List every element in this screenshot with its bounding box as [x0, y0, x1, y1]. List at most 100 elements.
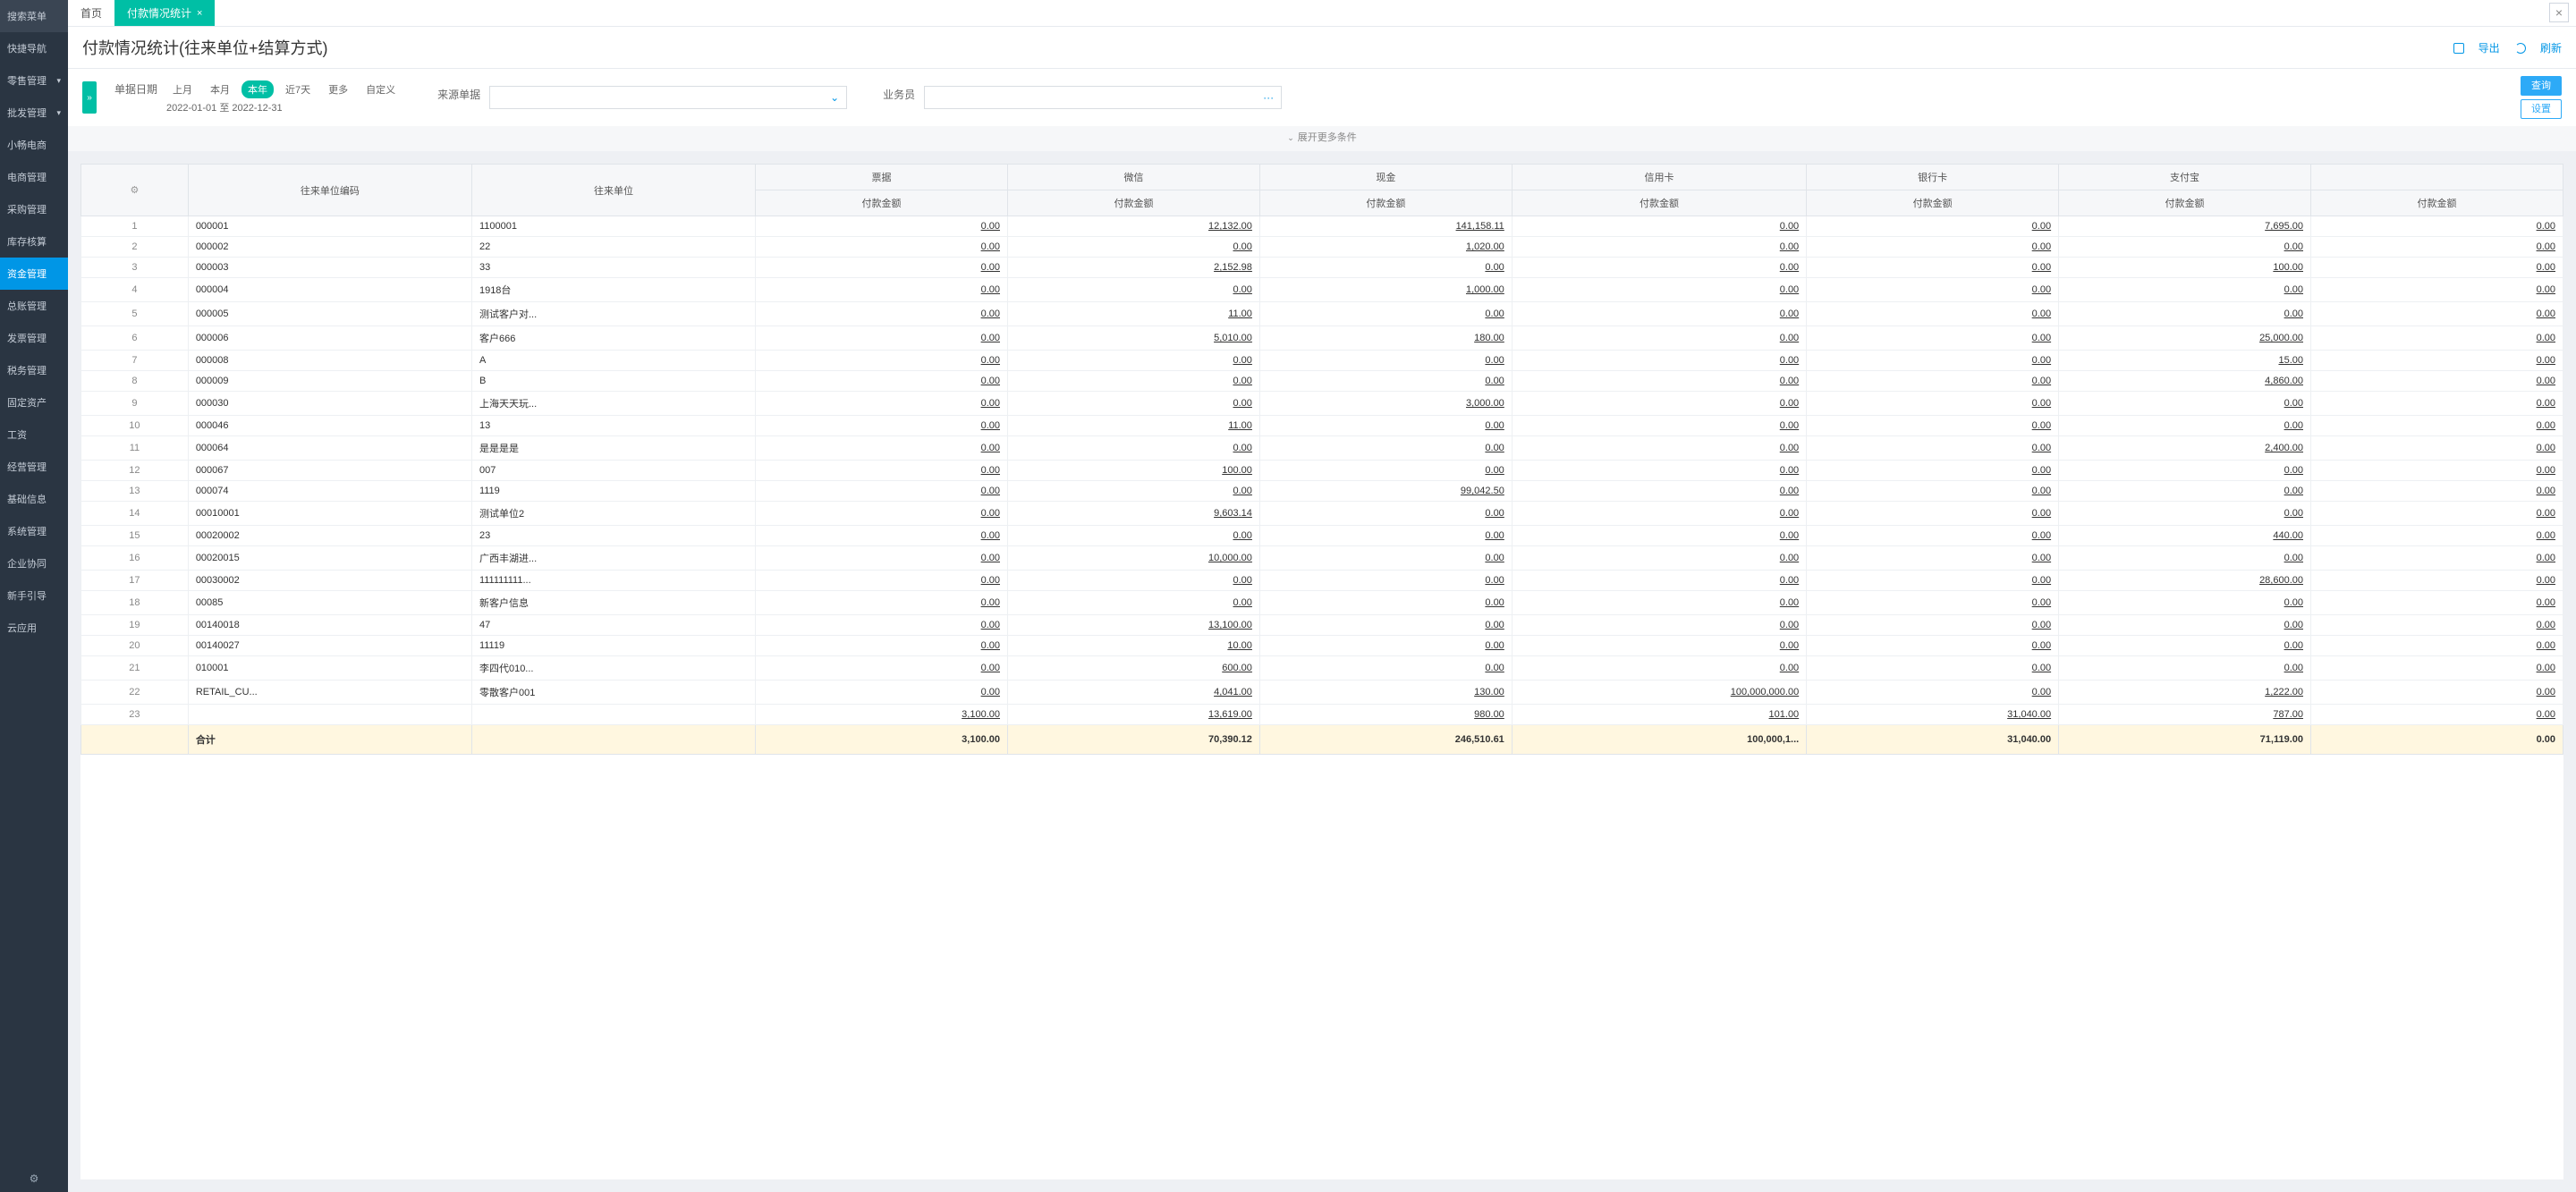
amount-link[interactable]: 0.00 [1485, 575, 1504, 586]
amount-link[interactable]: 0.00 [1233, 355, 1251, 366]
amount-link[interactable]: 0.00 [1780, 241, 1799, 252]
amount-link[interactable]: 28,600.00 [2259, 575, 2303, 586]
sidebar-item-12[interactable]: 固定资产 [0, 386, 68, 418]
amount-link[interactable]: 13,100.00 [1208, 620, 1252, 630]
amount-link[interactable]: 0.00 [1485, 620, 1504, 630]
amount-link[interactable]: 0.00 [2537, 575, 2555, 586]
table-row[interactable]: 22RETAIL_CU...零散客户0010.004,041.00130.001… [81, 681, 2563, 705]
amount-link[interactable]: 0.00 [981, 508, 1000, 519]
amount-link[interactable]: 4,041.00 [1214, 687, 1252, 697]
amount-link[interactable]: 0.00 [1233, 486, 1251, 496]
amount-link[interactable]: 600.00 [1222, 663, 1252, 673]
settings-gear[interactable]: ⚙ [0, 1165, 68, 1192]
amount-link[interactable]: 0.00 [1485, 508, 1504, 519]
amount-link[interactable]: 0.00 [981, 221, 1000, 232]
amount-link[interactable]: 0.00 [1233, 376, 1251, 386]
sidebar-item-18[interactable]: 新手引导 [0, 579, 68, 612]
amount-link[interactable]: 0.00 [981, 355, 1000, 366]
amount-link[interactable]: 0.00 [1780, 508, 1799, 519]
amount-link[interactable]: 0.00 [1780, 553, 1799, 563]
amount-link[interactable]: 0.00 [1780, 355, 1799, 366]
amount-link[interactable]: 0.00 [2537, 640, 2555, 651]
amount-link[interactable]: 0.00 [981, 241, 1000, 252]
amount-link[interactable]: 0.00 [2032, 333, 2051, 343]
amount-link[interactable]: 0.00 [1780, 486, 1799, 496]
amount-link[interactable]: 0.00 [2032, 530, 2051, 541]
amount-link[interactable]: 0.00 [2032, 309, 2051, 319]
amount-link[interactable]: 0.00 [2032, 687, 2051, 697]
amount-link[interactable]: 0.00 [981, 465, 1000, 476]
amount-link[interactable]: 0.00 [1780, 262, 1799, 273]
amount-link[interactable]: 2,152.98 [1214, 262, 1252, 273]
amount-link[interactable]: 0.00 [981, 530, 1000, 541]
amount-link[interactable]: 0.00 [2537, 663, 2555, 673]
amount-link[interactable]: 0.00 [2537, 309, 2555, 319]
amount-link[interactable]: 0.00 [1780, 640, 1799, 651]
sidebar-item-16[interactable]: 系统管理 [0, 515, 68, 547]
sidebar-item-13[interactable]: 工资 [0, 418, 68, 451]
amount-link[interactable]: 15.00 [2278, 355, 2303, 366]
sidebar-item-5[interactable]: 电商管理 [0, 161, 68, 193]
amount-link[interactable]: 0.00 [981, 553, 1000, 563]
date-range-2[interactable]: 本年 [242, 80, 274, 98]
table-row[interactable]: 7000008A0.000.000.000.000.0015.000.00 [81, 351, 2563, 371]
amount-link[interactable]: 10.00 [1227, 640, 1252, 651]
table-row[interactable]: 40000041918台0.000.001,000.000.000.000.00… [81, 278, 2563, 302]
amount-link[interactable]: 0.00 [2537, 508, 2555, 519]
amount-link[interactable]: 0.00 [2032, 241, 2051, 252]
amount-link[interactable]: 0.00 [1233, 597, 1251, 608]
table-row[interactable]: 120000670070.00100.000.000.000.000.000.0… [81, 461, 2563, 481]
sidebar-item-4[interactable]: 小畅电商 [0, 129, 68, 161]
amount-link[interactable]: 0.00 [2032, 620, 2051, 630]
table-row[interactable]: 1400010001测试单位20.009,603.140.000.000.000… [81, 502, 2563, 526]
table-row[interactable]: 1700030002111111111...0.000.000.000.000.… [81, 571, 2563, 591]
amount-link[interactable]: 100.00 [2273, 262, 2303, 273]
amount-link[interactable]: 0.00 [1485, 355, 1504, 366]
amount-link[interactable]: 0.00 [2537, 376, 2555, 386]
amount-link[interactable]: 0.00 [1485, 262, 1504, 273]
table-row[interactable]: 2000140027111190.0010.000.000.000.000.00… [81, 636, 2563, 656]
amount-link[interactable]: 5,010.00 [1214, 333, 1252, 343]
amount-link[interactable]: 0.00 [2537, 262, 2555, 273]
amount-link[interactable]: 100.00 [1222, 465, 1252, 476]
amount-link[interactable]: 980.00 [1474, 709, 1504, 720]
col-sub-1[interactable]: 付款金额 [1008, 190, 1260, 216]
table-row[interactable]: 1900140018470.0013,100.000.000.000.000.0… [81, 615, 2563, 636]
amount-link[interactable]: 0.00 [2537, 465, 2555, 476]
amount-link[interactable]: 0.00 [2537, 620, 2555, 630]
table-row[interactable]: 2000002220.000.001,020.000.000.000.000.0… [81, 237, 2563, 258]
amount-link[interactable]: 1,020.00 [1466, 241, 1504, 252]
amount-link[interactable]: 0.00 [2284, 553, 2303, 563]
sidebar-item-7[interactable]: 库存核算 [0, 225, 68, 258]
col-group-3[interactable]: 信用卡 [1512, 165, 1806, 190]
amount-link[interactable]: 130.00 [1474, 687, 1504, 697]
amount-link[interactable]: 0.00 [2032, 553, 2051, 563]
amount-link[interactable]: 0.00 [1485, 597, 1504, 608]
amount-link[interactable]: 1,000.00 [1466, 284, 1504, 295]
amount-link[interactable]: 0.00 [2284, 508, 2303, 519]
amount-link[interactable]: 0.00 [2537, 284, 2555, 295]
amount-link[interactable]: 0.00 [1233, 443, 1251, 453]
amount-link[interactable]: 99,042.50 [1461, 486, 1504, 496]
col-group-5[interactable]: 支付宝 [2059, 165, 2311, 190]
amount-link[interactable]: 0.00 [2537, 420, 2555, 431]
sidebar-item-1[interactable]: 快捷导航 [0, 32, 68, 64]
source-select[interactable]: ⌄ [489, 86, 847, 109]
amount-link[interactable]: 0.00 [2537, 333, 2555, 343]
amount-link[interactable]: 0.00 [1485, 640, 1504, 651]
amount-link[interactable]: 11.00 [1228, 420, 1252, 431]
amount-link[interactable]: 0.00 [1485, 376, 1504, 386]
amount-link[interactable]: 0.00 [981, 687, 1000, 697]
col-sub-3[interactable]: 付款金额 [1512, 190, 1806, 216]
amount-link[interactable]: 0.00 [2284, 465, 2303, 476]
amount-link[interactable]: 0.00 [981, 333, 1000, 343]
close-tabs-icon[interactable]: × [2549, 3, 2569, 22]
table-row[interactable]: 3000003330.002,152.980.000.000.00100.000… [81, 258, 2563, 278]
amount-link[interactable]: 0.00 [1233, 398, 1251, 409]
amount-link[interactable]: 0.00 [981, 376, 1000, 386]
amount-link[interactable]: 101.00 [1769, 709, 1800, 720]
col-group-1[interactable]: 微信 [1008, 165, 1260, 190]
amount-link[interactable]: 0.00 [981, 486, 1000, 496]
col-group-6[interactable] [2311, 165, 2563, 190]
amount-link[interactable]: 0.00 [981, 398, 1000, 409]
